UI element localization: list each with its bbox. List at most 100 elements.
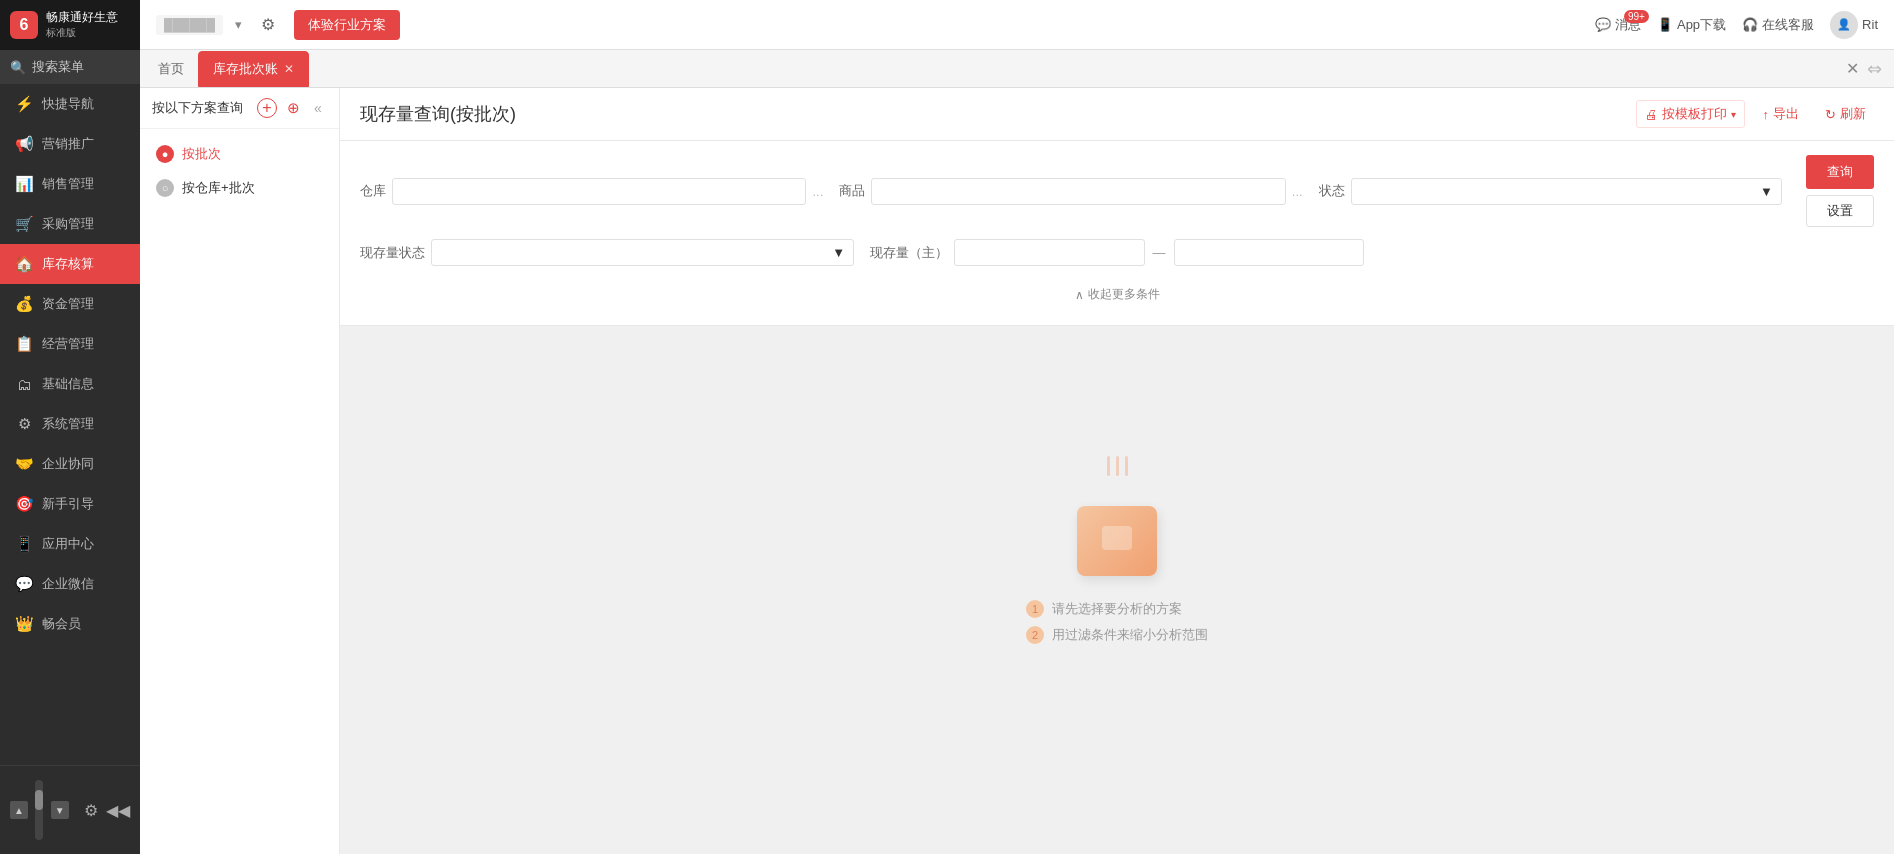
tabbar-close-icon[interactable]: ✕ bbox=[1846, 59, 1859, 78]
stock-quantity-range: — bbox=[954, 239, 1364, 266]
filter-area: 仓库 ... 商品 ... 状态 ▼ bbox=[340, 141, 1894, 326]
app-name: 畅康通好生意 bbox=[46, 10, 118, 26]
messages-btn[interactable]: 💬 消息 99+ bbox=[1595, 16, 1641, 34]
sidebar-item-member[interactable]: 👑 畅会员 bbox=[0, 604, 140, 644]
collapse-more-btn[interactable]: ∧ 收起更多条件 bbox=[360, 278, 1874, 311]
filter-settings-button[interactable]: 设置 bbox=[1806, 195, 1874, 227]
product-more-icon[interactable]: ... bbox=[1292, 184, 1303, 199]
print-icon: 🖨 bbox=[1645, 107, 1658, 122]
left-panel-title: 按以下方案查询 bbox=[152, 99, 243, 117]
export-icon: ↑ bbox=[1763, 107, 1770, 122]
empty-box-face bbox=[1102, 526, 1132, 550]
left-panel-collapse-btn[interactable]: « bbox=[309, 99, 327, 117]
sidebar-item-operations[interactable]: 📋 经营管理 bbox=[0, 324, 140, 364]
user-name: Rit bbox=[1862, 17, 1878, 32]
left-panel-header: 按以下方案查询 + ⊕ « bbox=[140, 88, 339, 129]
warehouse-input[interactable] bbox=[392, 178, 806, 205]
sidebar-item-newuser[interactable]: 🎯 新手引导 bbox=[0, 484, 140, 524]
sidebar-item-finance[interactable]: 💰 资金管理 bbox=[0, 284, 140, 324]
export-btn[interactable]: ↑ 导出 bbox=[1755, 101, 1808, 127]
tab-inventory-batch-label: 库存批次账 bbox=[213, 60, 278, 78]
filter-range-dash: — bbox=[1145, 245, 1174, 260]
app-version: 标准版 bbox=[46, 26, 118, 40]
topbar: ██████ ▾ ⚙ 体验行业方案 💬 消息 99+ 📱 App下载 🎧 在线 bbox=[140, 0, 1894, 50]
sidebar-item-enterprise[interactable]: 🤝 企业协同 bbox=[0, 444, 140, 484]
stock-status-dropdown-icon: ▼ bbox=[832, 245, 845, 260]
warehouse-label: 仓库 bbox=[360, 182, 386, 200]
page-header: 现存量查询(按批次) 🖨 按模板打印 ▾ ↑ 导出 ↻ 刷新 bbox=[340, 88, 1894, 141]
sidebar-scroll-down[interactable]: ▼ bbox=[51, 801, 69, 819]
nav-icon-quicknav: ⚡ bbox=[14, 94, 34, 114]
filter-item-warehouse: 仓库 ... bbox=[360, 178, 823, 205]
empty-hint-1: 1 请先选择要分析的方案 bbox=[1026, 600, 1208, 618]
collapse-more-label: 收起更多条件 bbox=[1088, 286, 1160, 303]
sidebar-item-marketing[interactable]: 📢 营销推广 bbox=[0, 124, 140, 164]
hint-text-2: 用过滤条件来缩小分析范围 bbox=[1052, 626, 1208, 644]
nav-icon-finance: 💰 bbox=[14, 294, 34, 314]
topbar-dropdown[interactable]: ▾ bbox=[235, 17, 242, 32]
app-download-btn[interactable]: 📱 App下载 bbox=[1657, 16, 1726, 34]
item-icon-by-batch: ● bbox=[156, 145, 174, 163]
refresh-btn[interactable]: ↻ 刷新 bbox=[1817, 101, 1874, 127]
sidebar-nav: ⚡ 快捷导航 📢 营销推广 📊 销售管理 🛒 采购管理 🏠 库存核算 💰 资金管… bbox=[0, 84, 140, 765]
stock-status-label: 现存量状态 bbox=[360, 244, 425, 262]
sidebar-item-purchase[interactable]: 🛒 采购管理 bbox=[0, 204, 140, 244]
app-download-icon: 📱 bbox=[1657, 17, 1673, 32]
tab-close-icon[interactable]: ✕ bbox=[284, 62, 294, 76]
settings-icon[interactable]: ⚙ bbox=[84, 801, 98, 820]
left-panel-list: ● 按批次 ○ 按仓库+批次 bbox=[140, 129, 339, 213]
filter-buttons: 查询 设置 bbox=[1806, 155, 1874, 227]
experience-btn[interactable]: 体验行业方案 bbox=[294, 10, 400, 40]
tabbar: 首页 库存批次账 ✕ ✕ ⇔ bbox=[140, 50, 1894, 88]
left-panel-item-by-warehouse-batch[interactable]: ○ 按仓库+批次 bbox=[140, 171, 339, 205]
nav-icon-sales: 📊 bbox=[14, 174, 34, 194]
sidebar-item-basic[interactable]: 🗂 基础信息 bbox=[0, 364, 140, 404]
sidebar-item-system[interactable]: ⚙ 系统管理 bbox=[0, 404, 140, 444]
sidebar-item-inventory[interactable]: 🏠 库存核算 bbox=[0, 244, 140, 284]
warehouse-more-icon[interactable]: ... bbox=[812, 184, 823, 199]
nav-icon-operations: 📋 bbox=[14, 334, 34, 354]
main-area: ██████ ▾ ⚙ 体验行业方案 💬 消息 99+ 📱 App下载 🎧 在线 bbox=[140, 0, 1894, 854]
page-container: 按以下方案查询 + ⊕ « ● 按批次 ○ 按 bbox=[140, 88, 1894, 854]
sidebar-item-sales[interactable]: 📊 销售管理 bbox=[0, 164, 140, 204]
query-button[interactable]: 查询 bbox=[1806, 155, 1874, 189]
hint-num-1: 1 bbox=[1026, 600, 1044, 618]
sidebar-item-appcenter[interactable]: 📱 应用中心 bbox=[0, 524, 140, 564]
nav-icon-inventory: 🏠 bbox=[14, 254, 34, 274]
print-dropdown-icon: ▾ bbox=[1731, 109, 1736, 120]
tab-home[interactable]: 首页 bbox=[144, 51, 198, 87]
left-panel-add-btn[interactable]: + bbox=[257, 98, 277, 118]
left-panel-item-by-batch[interactable]: ● 按批次 bbox=[140, 137, 339, 171]
stock-quantity-max[interactable] bbox=[1174, 239, 1365, 266]
stock-quantity-min[interactable] bbox=[954, 239, 1145, 266]
filter-row-2: 现存量状态 ▼ 现存量（主） — bbox=[360, 239, 1874, 266]
user-area[interactable]: 👤 Rit bbox=[1830, 11, 1878, 39]
search-icon: 🔍 bbox=[10, 60, 26, 75]
sidebar-search-item[interactable]: 🔍 搜索菜单 bbox=[0, 50, 140, 84]
app-logo: 6 bbox=[10, 11, 38, 39]
product-input[interactable] bbox=[871, 178, 1285, 205]
sidebar-scroll-up[interactable]: ▲ bbox=[10, 801, 28, 819]
hint-text-1: 请先选择要分析的方案 bbox=[1052, 600, 1182, 618]
sidebar-item-wechat[interactable]: 💬 企业微信 bbox=[0, 564, 140, 604]
status-select[interactable]: ▼ bbox=[1351, 178, 1782, 205]
sidebar-scrollbar-thumb bbox=[35, 790, 43, 810]
stock-status-select[interactable]: ▼ bbox=[431, 239, 854, 266]
empty-state: 1 请先选择要分析的方案 2 用过滤条件来缩小分析范围 bbox=[340, 326, 1894, 854]
tabbar-right: ✕ ⇔ bbox=[1846, 58, 1890, 80]
print-btn[interactable]: 🖨 按模板打印 ▾ bbox=[1636, 100, 1745, 128]
collapse-sidebar-icon[interactable]: ◀◀ bbox=[106, 801, 130, 820]
item-label-by-warehouse-batch: 按仓库+批次 bbox=[182, 179, 255, 197]
tab-home-label: 首页 bbox=[158, 60, 184, 78]
collapse-more-icon: ∧ bbox=[1075, 288, 1084, 302]
sidebar-item-quicknav[interactable]: ⚡ 快捷导航 bbox=[0, 84, 140, 124]
left-panel-settings-btn[interactable]: ⊕ bbox=[283, 98, 303, 118]
message-icon: 💬 bbox=[1595, 17, 1611, 32]
tab-inventory-batch[interactable]: 库存批次账 ✕ bbox=[198, 51, 309, 87]
topbar-gear-icon[interactable]: ⚙ bbox=[254, 11, 282, 39]
status-dropdown-icon: ▼ bbox=[1760, 184, 1773, 199]
online-service-btn[interactable]: 🎧 在线客服 bbox=[1742, 16, 1814, 34]
filter-item-status: 状态 ▼ bbox=[1319, 178, 1782, 205]
tabbar-expand-icon[interactable]: ⇔ bbox=[1867, 58, 1882, 80]
app-info: 畅康通好生意 标准版 bbox=[46, 10, 118, 40]
